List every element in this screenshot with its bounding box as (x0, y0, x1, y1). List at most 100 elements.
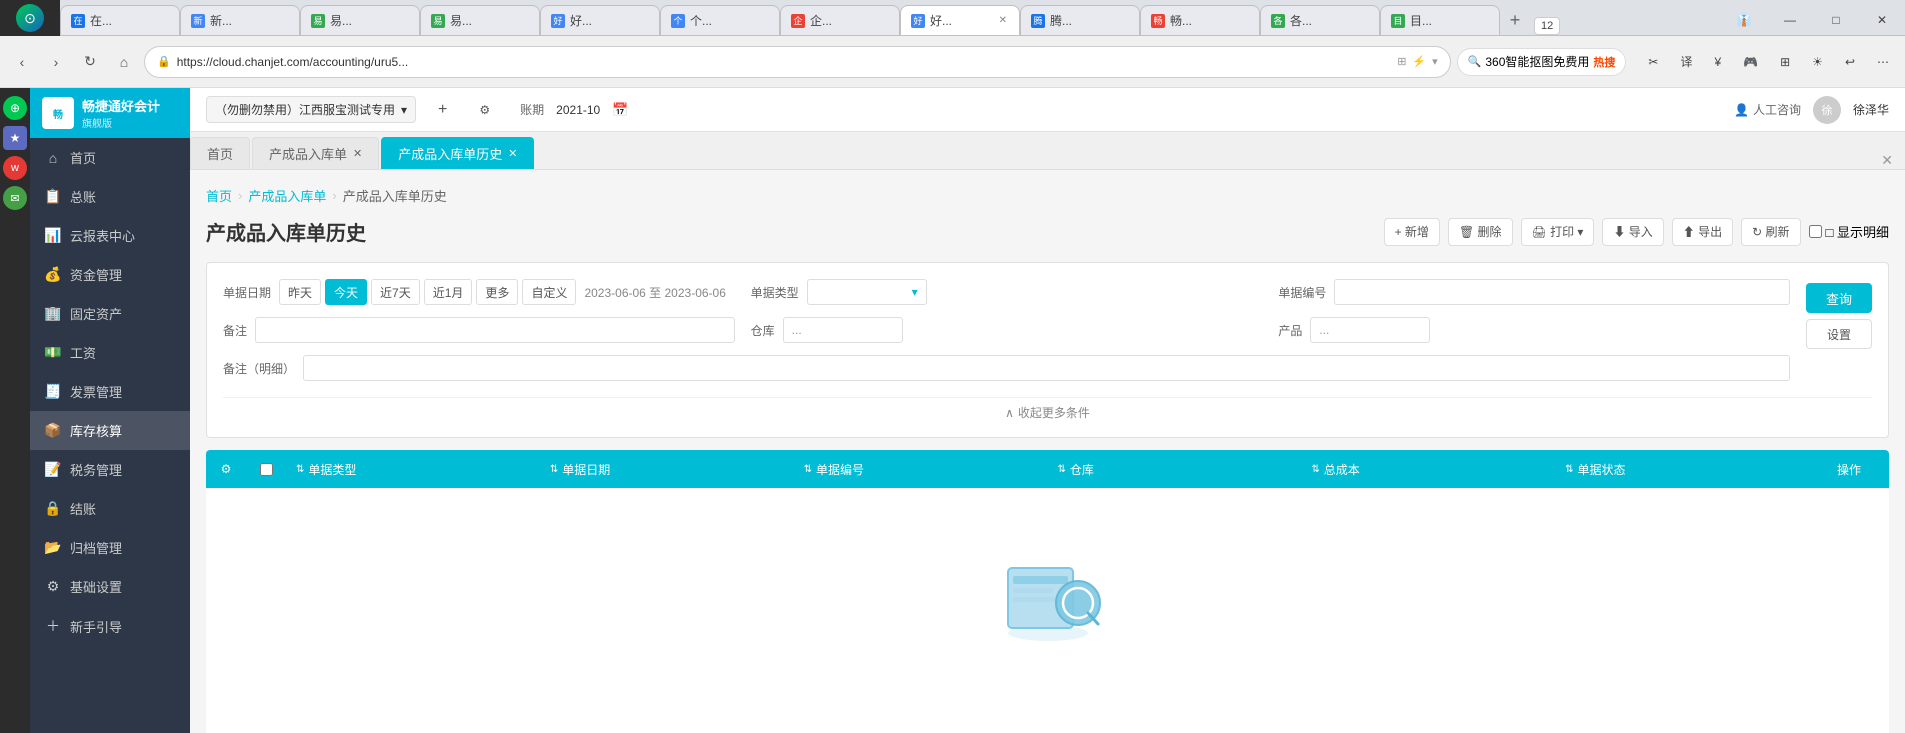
th-doc-status[interactable]: ⇅ 单据状态 (1555, 461, 1809, 478)
company-selector[interactable]: （勿删勿禁用）江西服宝测试专用 ▾ (206, 96, 416, 123)
main-content: （勿删勿禁用）江西服宝测试专用 ▾ + ⚙ 账期 2021-10 📅 👤 人工咨… (190, 88, 1905, 733)
sidebar-item-ledger[interactable]: 📋 总账 (30, 177, 190, 216)
print-button[interactable]: 🖨 打印 ▾ (1521, 218, 1595, 246)
sidebar-item-salary[interactable]: 💵 工资 (30, 333, 190, 372)
warehouse-select[interactable]: ... (783, 317, 903, 343)
ext-icon-2[interactable]: ★ (3, 126, 27, 150)
custom-btn[interactable]: 自定义 (522, 279, 576, 305)
breadcrumb-home[interactable]: 首页 (206, 186, 232, 205)
yuan-button[interactable]: ¥ (1706, 48, 1729, 76)
select-all-checkbox[interactable] (260, 463, 273, 476)
refresh-button[interactable]: ↻ (76, 48, 104, 76)
product-value: ... (1319, 323, 1421, 337)
breadcrumb-list[interactable]: 产成品入库单 (248, 186, 326, 205)
tab-t8[interactable]: 好 好... ✕ (900, 5, 1020, 35)
doc-type-select[interactable]: ▾ (807, 279, 927, 305)
ext-icon-3[interactable]: w (3, 156, 27, 180)
th-doc-type[interactable]: ⇅ 单据类型 (286, 461, 540, 478)
today-btn[interactable]: 今天 (325, 279, 367, 305)
report-icon: 📊 (44, 227, 62, 244)
export-button[interactable]: ⬆ 导出 (1672, 218, 1733, 246)
week-btn[interactable]: 近7天 (371, 279, 420, 305)
sidebar-item-tax[interactable]: 📝 税务管理 (30, 450, 190, 489)
delete-button[interactable]: 🗑 删除 (1448, 218, 1513, 246)
remarks-input[interactable] (255, 317, 735, 343)
import-button[interactable]: ⬇ 导入 (1602, 218, 1663, 246)
tab-favicon-t5: 好 (551, 14, 565, 28)
tab-t9[interactable]: 腾 腾... (1020, 5, 1140, 35)
sidebar-item-invoice[interactable]: 🧾 发票管理 (30, 372, 190, 411)
tab-area-close-icon[interactable]: ✕ (1881, 152, 1893, 169)
sidebar-item-report[interactable]: 📊 云报表中心 (30, 216, 190, 255)
grid-view-button[interactable]: ⊞ (1772, 48, 1798, 76)
tab-t2[interactable]: 新 新... (180, 5, 300, 35)
th-warehouse[interactable]: ⇅ 仓库 (1047, 461, 1301, 478)
company-settings-button[interactable]: ⚙ (469, 96, 500, 124)
page-tab-history[interactable]: 产成品入库单历史 ✕ (381, 137, 534, 169)
close-button[interactable]: ✕ (1859, 5, 1905, 35)
th-doc-number[interactable]: ⇅ 单据编号 (794, 461, 1048, 478)
home-button[interactable]: ⌂ (110, 48, 138, 76)
forward-button[interactable]: › (42, 48, 70, 76)
tab-t12[interactable]: 目 目... (1380, 5, 1500, 35)
game-button[interactable]: 🎮 (1735, 48, 1766, 76)
tab-t6[interactable]: 个 个... (660, 5, 780, 35)
sidebar-item-guide[interactable]: ＋ 新手引导 (30, 606, 190, 646)
salary-icon: 💵 (44, 344, 62, 361)
tab-close-t8[interactable]: ✕ (997, 13, 1009, 28)
th-doc-date[interactable]: ⇅ 单据日期 (540, 461, 794, 478)
sidebar-item-settle[interactable]: 🔒 结账 (30, 489, 190, 528)
sidebar-item-inventory[interactable]: 📦 库存核算 (30, 411, 190, 450)
doc-number-input[interactable] (1334, 279, 1790, 305)
page-tab-home[interactable]: 首页 (190, 137, 250, 169)
sidebar-item-fixed[interactable]: 🏢 固定资产 (30, 294, 190, 333)
ext-icon-4[interactable]: ✉ (3, 186, 27, 210)
remarks-detail-input[interactable] (303, 355, 1790, 381)
more-menu-button[interactable]: ⋯ (1869, 48, 1897, 76)
tab-t1[interactable]: 在 在... (60, 5, 180, 35)
theme-button[interactable]: ☀ (1804, 48, 1831, 76)
show-col-checkbox[interactable] (1809, 225, 1822, 238)
th-checkbox[interactable] (246, 463, 286, 476)
scissors-button[interactable]: ✂ (1640, 48, 1666, 76)
month-btn[interactable]: 近1月 (424, 279, 473, 305)
sidebar-item-archive[interactable]: 📂 归档管理 (30, 528, 190, 567)
sidebar-item-settings[interactable]: ⚙ 基础设置 (30, 567, 190, 606)
calendar-icon[interactable]: 📅 (612, 102, 628, 118)
ai-service-button[interactable]: 👤 人工咨询 (1734, 101, 1801, 118)
query-button[interactable]: 查询 (1806, 283, 1872, 313)
app-sidebar: 畅 畅捷通好会计 旗舰版 ⌂ 首页 📋 总账 📊 云报表中心 (30, 88, 190, 733)
setting-button[interactable]: 设置 (1806, 319, 1872, 349)
page-tab-list-close[interactable]: ✕ (353, 147, 362, 160)
tab-t11[interactable]: 各 各... (1260, 5, 1380, 35)
add-button[interactable]: + 新增 (1384, 218, 1440, 246)
sidebar-item-home[interactable]: ⌂ 首页 (30, 138, 190, 177)
tab-t4[interactable]: 易 易... (420, 5, 540, 35)
maximize-button[interactable]: □ (1813, 5, 1859, 35)
product-select[interactable]: ... (1310, 317, 1430, 343)
sidebar-item-fund[interactable]: 💰 资金管理 (30, 255, 190, 294)
shirt-icon[interactable]: 👔 (1721, 5, 1767, 35)
address-input[interactable]: 🔒 https://cloud.chanjet.com/accounting/u… (144, 46, 1451, 78)
tab-t3[interactable]: 易 易... (300, 5, 420, 35)
translate-button[interactable]: 译 (1672, 48, 1700, 76)
add-company-button[interactable]: + (428, 96, 457, 124)
new-tab-button[interactable]: + (1500, 5, 1530, 35)
tab-t5[interactable]: 好 好... (540, 5, 660, 35)
yesterday-btn[interactable]: 昨天 (279, 279, 321, 305)
refresh-button-action[interactable]: ↻ 刷新 (1741, 218, 1800, 246)
tab-count[interactable]: 12 (1534, 17, 1560, 35)
minimize-button[interactable]: — (1767, 5, 1813, 35)
th-total-cost[interactable]: ⇅ 总成本 (1301, 461, 1555, 478)
ext-icon-1[interactable]: ⊕ (3, 96, 27, 120)
th-settings[interactable]: ⚙ (206, 462, 246, 476)
page-tab-list[interactable]: 产成品入库单 ✕ (252, 137, 379, 169)
undo-button[interactable]: ↩ (1837, 48, 1863, 76)
collapse-button[interactable]: ∧ 收起更多条件 (223, 397, 1872, 421)
tab-t10[interactable]: 畅 畅... (1140, 5, 1260, 35)
more-btn[interactable]: 更多 (476, 279, 518, 305)
smart-search-bar[interactable]: 🔍 360智能抠图免费用 热搜 (1457, 48, 1627, 76)
back-button[interactable]: ‹ (8, 48, 36, 76)
page-tab-history-close[interactable]: ✕ (508, 147, 517, 160)
tab-t7[interactable]: 企 企... (780, 5, 900, 35)
